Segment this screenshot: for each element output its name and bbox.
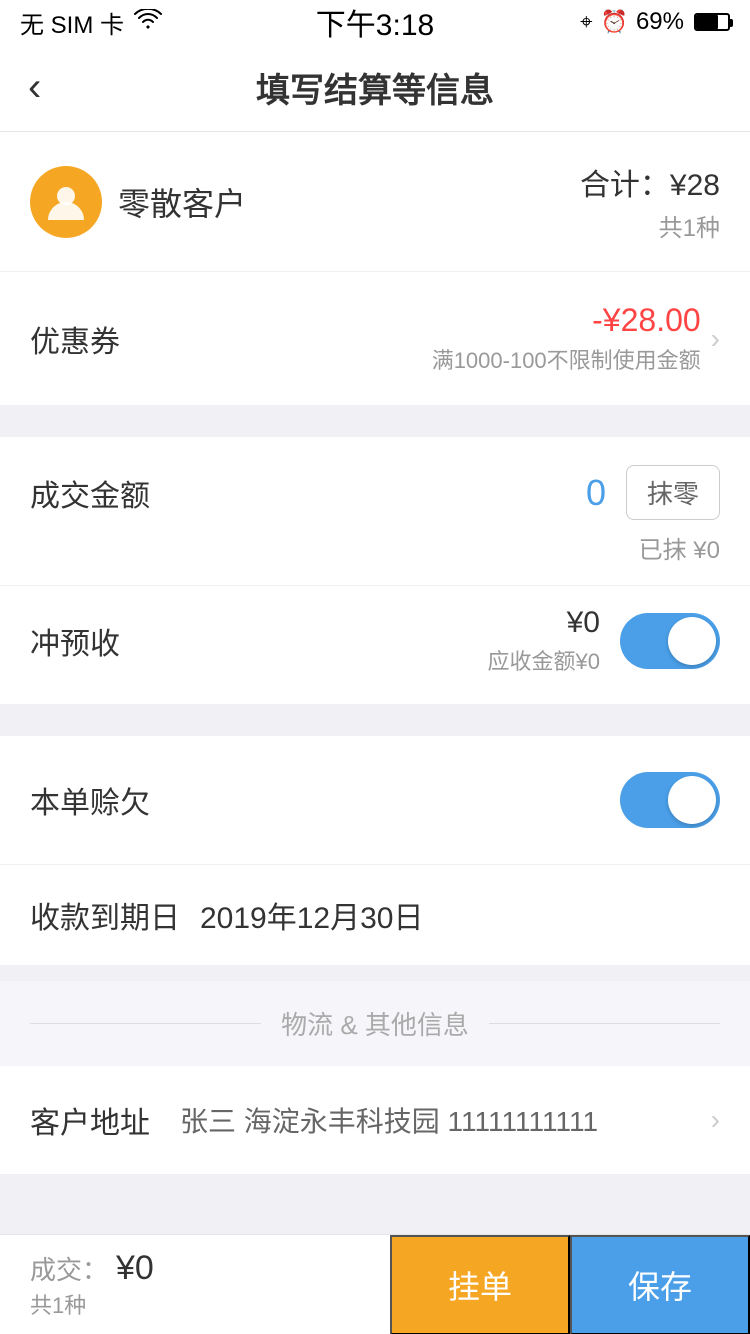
prereceive-right: ¥0 应收金额¥0 xyxy=(488,606,720,676)
battery-icon xyxy=(694,13,730,31)
battery-text: 69% xyxy=(636,8,684,36)
total-amount: 合计：¥28 xyxy=(580,160,720,204)
bottom-left: 成交： ¥0 共1种 xyxy=(0,1249,390,1320)
total-count: 共1种 xyxy=(580,208,720,243)
debt-toggle[interactable] xyxy=(620,772,720,828)
logistics-header: 物流 & 其他信息 xyxy=(0,981,750,1066)
round-button[interactable]: 抹零 xyxy=(626,465,720,520)
bottom-count: 共1种 xyxy=(30,1288,360,1320)
address-section: 客户地址 张三 海淀永丰科技园 11111111111 › xyxy=(0,1066,750,1174)
coupon-right: -¥28.00 满1000-100不限制使用金额 › xyxy=(432,302,720,375)
customer-summary: 合计：¥28 共1种 xyxy=(580,160,720,243)
debt-row: 本单赊欠 xyxy=(0,736,750,864)
status-right: ⌖ ⏰ 69% xyxy=(580,8,730,36)
bottom-bar: 成交： ¥0 共1种 挂单 保存 xyxy=(0,1234,750,1334)
location-icon: ⌖ xyxy=(580,9,592,35)
prereceive-row: 冲预收 ¥0 应收金额¥0 xyxy=(0,585,750,704)
customer-left: 零散客户 xyxy=(30,166,246,238)
prereceive-toggle[interactable] xyxy=(620,613,720,669)
status-left: 无 SIM 卡 xyxy=(20,5,162,40)
alarm-icon: ⏰ xyxy=(601,9,628,35)
carrier-text: 无 SIM 卡 xyxy=(20,5,124,40)
chevron-right-icon: › xyxy=(711,323,720,355)
logistics-divider-right xyxy=(489,1023,720,1024)
coupon-row[interactable]: 优惠券 -¥28.00 满1000-100不限制使用金额 › xyxy=(0,271,750,405)
bottom-deal-label: 成交： xyxy=(30,1250,108,1287)
coupon-desc: 满1000-100不限制使用金额 xyxy=(432,343,701,375)
duedate-row: 收款到期日 2019年12月30日 xyxy=(0,864,750,965)
debt-toggle-knob xyxy=(668,776,716,824)
back-button[interactable]: ‹ xyxy=(28,65,41,110)
customer-row: 零散客户 合计：¥28 共1种 xyxy=(0,132,750,271)
customer-section: 零散客户 合计：¥28 共1种 优惠券 -¥28.00 满1000-100不限制… xyxy=(0,132,750,405)
bottom-amount: ¥0 xyxy=(116,1249,154,1288)
transaction-section: 成交金额 0 抹零 已抹 ¥0 冲预收 ¥0 应收金额¥0 xyxy=(0,437,750,704)
amount-value[interactable]: 0 xyxy=(586,472,606,514)
duedate-label: 收款到期日 xyxy=(30,893,180,937)
address-row[interactable]: 客户地址 张三 海淀永丰科技园 11111111111 › xyxy=(0,1066,750,1174)
logistics-divider-left xyxy=(30,1023,261,1024)
debt-section: 本单赊欠 收款到期日 2019年12月30日 xyxy=(0,736,750,965)
amount-label: 成交金额 xyxy=(30,471,150,515)
address-value: 张三 海淀永丰科技园 11111111111 xyxy=(180,1100,711,1140)
address-label: 客户地址 xyxy=(30,1098,150,1142)
duedate-value[interactable]: 2019年12月30日 xyxy=(200,893,423,937)
address-chevron-icon: › xyxy=(711,1104,720,1136)
divider-2 xyxy=(0,720,750,736)
wifi-icon xyxy=(134,8,162,36)
debt-label: 本单赊欠 xyxy=(30,778,150,822)
customer-name: 零散客户 xyxy=(118,179,246,225)
nav-bar: ‹ 填写结算等信息 xyxy=(0,44,750,132)
amount-right: 0 抹零 xyxy=(586,465,720,520)
avatar xyxy=(30,166,102,238)
coupon-info: -¥28.00 满1000-100不限制使用金额 xyxy=(432,302,701,375)
amount-row: 成交金额 0 抹零 xyxy=(0,437,750,530)
save-button[interactable]: 保存 xyxy=(570,1235,750,1334)
prereceive-main: ¥0 xyxy=(488,606,600,640)
toggle-knob xyxy=(668,617,716,665)
logistics-text: 物流 & 其他信息 xyxy=(261,1005,489,1042)
status-time: 下午3:18 xyxy=(316,0,434,44)
coupon-label: 优惠券 xyxy=(30,317,120,361)
amount-already: 已抹 ¥0 xyxy=(0,530,750,585)
prereceive-sub: 应收金额¥0 xyxy=(488,644,600,676)
status-bar: 无 SIM 卡 下午3:18 ⌖ ⏰ 69% xyxy=(0,0,750,44)
divider-1 xyxy=(0,421,750,437)
pending-button[interactable]: 挂单 xyxy=(390,1235,570,1334)
nav-title: 填写结算等信息 xyxy=(256,63,494,112)
prereceive-amount: ¥0 应收金额¥0 xyxy=(488,606,600,676)
prereceive-label: 冲预收 xyxy=(30,619,120,663)
coupon-discount: -¥28.00 xyxy=(432,302,701,339)
